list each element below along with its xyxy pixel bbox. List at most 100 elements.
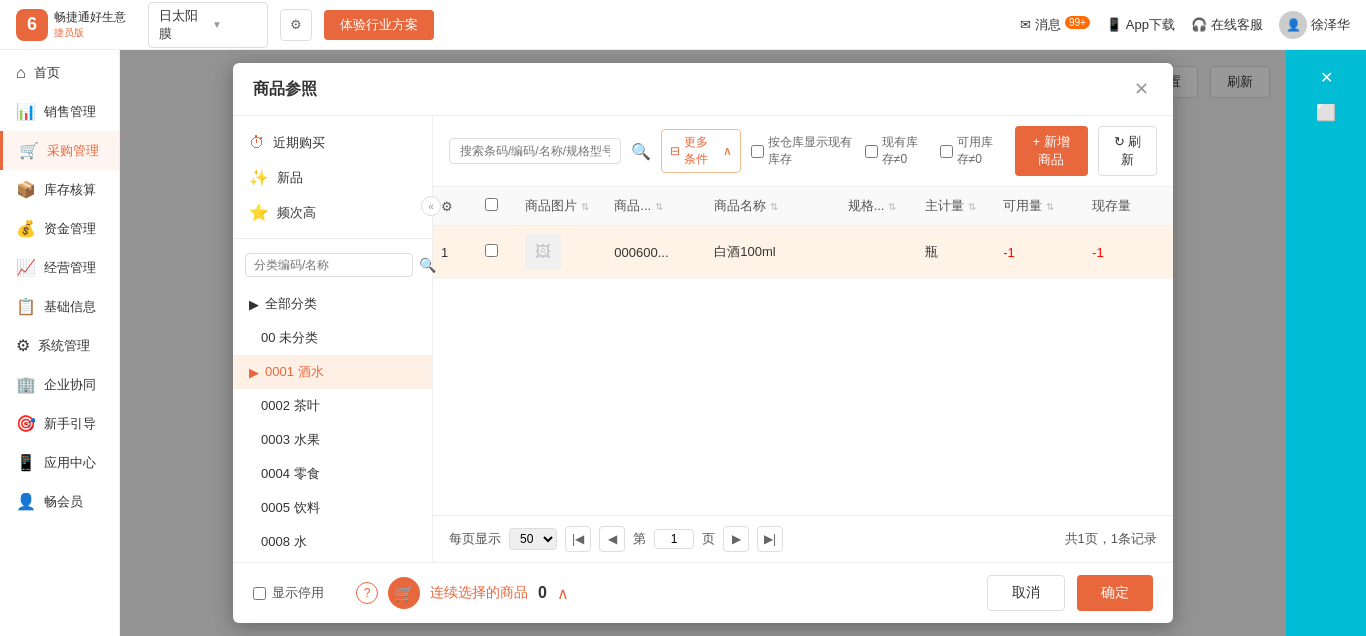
cat-active-expand-icon: ▶ xyxy=(249,365,259,380)
app-download-nav-item[interactable]: 📱 App下载 xyxy=(1106,16,1175,34)
sidebar-item-finance[interactable]: 💰 资金管理 xyxy=(0,209,119,248)
user-profile-nav-item[interactable]: 👤 徐泽华 xyxy=(1279,11,1350,39)
cell-code: 000600... xyxy=(606,226,706,279)
expand-window-button[interactable]: ⬜ xyxy=(1286,95,1366,130)
cell-img: 🖼 xyxy=(517,226,606,279)
row-checkbox[interactable] xyxy=(485,244,498,257)
cat-water[interactable]: 0008 水 xyxy=(233,525,432,552)
modal-body: ⏱ 近期购买 ✨ 新品 ⭐ 频次高 xyxy=(233,116,1173,562)
total-info: 共1页，1条记录 xyxy=(1065,530,1157,548)
sort-name-icon: ⇅ xyxy=(770,201,778,212)
check-show-stock-label[interactable]: 按仓库显示现有库存 xyxy=(751,134,855,168)
headset-icon: 🎧 xyxy=(1191,17,1207,32)
cart-icon-button[interactable]: 🛒 xyxy=(388,577,420,609)
category-search-icon[interactable]: 🔍 xyxy=(419,257,436,273)
cat-snacks[interactable]: 0004 零食 xyxy=(233,457,432,491)
close-window-button[interactable]: ✕ xyxy=(1286,60,1366,95)
add-goods-button[interactable]: + 新增商品 xyxy=(1015,126,1088,176)
purchase-icon: 🛒 xyxy=(19,141,39,160)
check-has-stock[interactable] xyxy=(865,145,878,158)
goods-search-button[interactable]: 🔍 xyxy=(631,142,651,161)
settings-col-icon[interactable]: ⚙ xyxy=(441,199,453,214)
modal-close-button[interactable]: ✕ xyxy=(1129,77,1153,101)
modal-left-panel: ⏱ 近期购买 ✨ 新品 ⭐ 频次高 xyxy=(233,116,433,562)
confirm-button[interactable]: 确定 xyxy=(1077,575,1153,611)
check-show-stock[interactable] xyxy=(751,145,764,158)
online-service-nav-item[interactable]: 🎧 在线客服 xyxy=(1191,16,1263,34)
quick-frequent[interactable]: ⭐ 频次高 xyxy=(233,195,432,230)
dropdown-arrow-icon: ▼ xyxy=(212,19,257,30)
main-layout: ⌂ 首页 📊 销售管理 🛒 采购管理 📦 库存核算 💰 资金管理 📈 经营管理 … xyxy=(0,50,1366,636)
settings-gear-button[interactable]: ⚙ xyxy=(280,9,312,41)
logo-text: 畅捷通好生意 捷员版 xyxy=(54,10,126,39)
goods-reference-modal: 商品参照 ✕ ⏱ 近期购买 ✨ xyxy=(233,63,1173,623)
prev-page-button[interactable]: ◀ xyxy=(599,526,625,552)
refresh-button[interactable]: ↻ 刷新 xyxy=(1098,126,1157,176)
cat-tea[interactable]: 0002 茶叶 xyxy=(233,389,432,423)
check-avail-stock-label[interactable]: 可用库存≠0 xyxy=(940,134,1005,168)
page-number-input[interactable] xyxy=(654,529,694,549)
system-icon: ⚙ xyxy=(16,336,30,355)
select-all-checkbox[interactable] xyxy=(485,198,498,211)
sidebar-item-inventory[interactable]: 📦 库存核算 xyxy=(0,170,119,209)
goods-table: ⚙ 商品图片 xyxy=(433,187,1173,279)
page-size-select[interactable]: 50 xyxy=(509,528,557,550)
cat-all[interactable]: ▶ 全部分类 xyxy=(233,287,432,321)
filter-bar: 🔍 ⊟ 更多条件 ∧ 按仓库显示现有库存 xyxy=(433,116,1173,187)
show-disabled-label[interactable]: 显示停用 xyxy=(253,584,324,602)
last-page-button[interactable]: ▶| xyxy=(757,526,783,552)
quick-select-area: ⏱ 近期购买 ✨ 新品 ⭐ 频次高 xyxy=(233,126,432,239)
sidebar-item-business[interactable]: 📈 经营管理 xyxy=(0,248,119,287)
sort-unit-icon: ⇅ xyxy=(968,201,976,212)
sidebar-item-sales[interactable]: 📊 销售管理 xyxy=(0,92,119,131)
next-page-button[interactable]: ▶ xyxy=(723,526,749,552)
sidebar-item-app-center[interactable]: 📱 应用中心 xyxy=(0,443,119,482)
sidebar-item-guide[interactable]: 🎯 新手引导 xyxy=(0,404,119,443)
branch-dropdown[interactable]: 日太阳膜 ▼ xyxy=(148,2,268,48)
member-icon: 👤 xyxy=(16,492,36,511)
frequent-icon: ⭐ xyxy=(249,203,269,222)
sort-spec-icon: ⇅ xyxy=(888,201,896,212)
avatar: 👤 xyxy=(1279,11,1307,39)
trial-button[interactable]: 体验行业方案 xyxy=(324,10,434,40)
sidebar-item-purchase[interactable]: 🛒 采购管理 xyxy=(0,131,119,170)
cat-expand-icon: ▶ xyxy=(249,297,259,312)
category-search-input[interactable] xyxy=(245,253,413,277)
collapse-panel-button[interactable]: « xyxy=(421,196,441,216)
cat-drinks[interactable]: 0005 饮料 xyxy=(233,491,432,525)
logo-area: 6 畅捷通好生意 捷员版 xyxy=(16,9,136,41)
cancel-button[interactable]: 取消 xyxy=(987,575,1065,611)
sort-avail-icon: ⇅ xyxy=(1046,201,1054,212)
help-icon[interactable]: ? xyxy=(356,582,378,604)
quick-recent-purchase[interactable]: ⏱ 近期购买 xyxy=(233,126,432,160)
sidebar-item-system[interactable]: ⚙ 系统管理 xyxy=(0,326,119,365)
more-filter-button[interactable]: ⊟ 更多条件 ∧ xyxy=(661,129,741,173)
cell-num: 1 xyxy=(433,226,477,279)
cat-uncategorized[interactable]: 00 未分类 xyxy=(233,321,432,355)
messages-nav-item[interactable]: ✉ 消息 99+ xyxy=(1020,16,1090,34)
footer-actions: 取消 确定 xyxy=(987,575,1153,611)
sidebar-item-enterprise[interactable]: 🏢 企业协同 xyxy=(0,365,119,404)
table-header-row: ⚙ 商品图片 xyxy=(433,187,1173,226)
cell-available: -1 xyxy=(995,226,1084,279)
sidebar-item-home[interactable]: ⌂ 首页 xyxy=(0,54,119,92)
sidebar-item-basic-info[interactable]: 📋 基础信息 xyxy=(0,287,119,326)
goods-search-input[interactable] xyxy=(449,138,621,164)
table-row[interactable]: 1 🖼 00 xyxy=(433,226,1173,279)
first-page-button[interactable]: |◀ xyxy=(565,526,591,552)
footer-collapse-icon[interactable]: ∧ xyxy=(557,584,569,603)
sales-icon: 📊 xyxy=(16,102,36,121)
filter-arrow-icon: ∧ xyxy=(723,144,732,158)
cat-liquor[interactable]: ▶ 0001 酒水 xyxy=(233,355,432,389)
check-has-stock-label[interactable]: 现有库存≠0 xyxy=(865,134,930,168)
quick-new-goods[interactable]: ✨ 新品 xyxy=(233,160,432,195)
sort-code-icon: ⇅ xyxy=(655,201,663,212)
sidebar-item-member[interactable]: 👤 畅会员 xyxy=(0,482,119,521)
show-disabled-checkbox[interactable] xyxy=(253,587,266,600)
business-icon: 📈 xyxy=(16,258,36,277)
cell-name: 白酒100ml xyxy=(706,226,839,279)
cat-fruit[interactable]: 0003 水果 xyxy=(233,423,432,457)
toolbar-right: + 新增商品 ↻ 刷新 xyxy=(1015,126,1157,176)
check-avail-stock[interactable] xyxy=(940,145,953,158)
finance-icon: 💰 xyxy=(16,219,36,238)
